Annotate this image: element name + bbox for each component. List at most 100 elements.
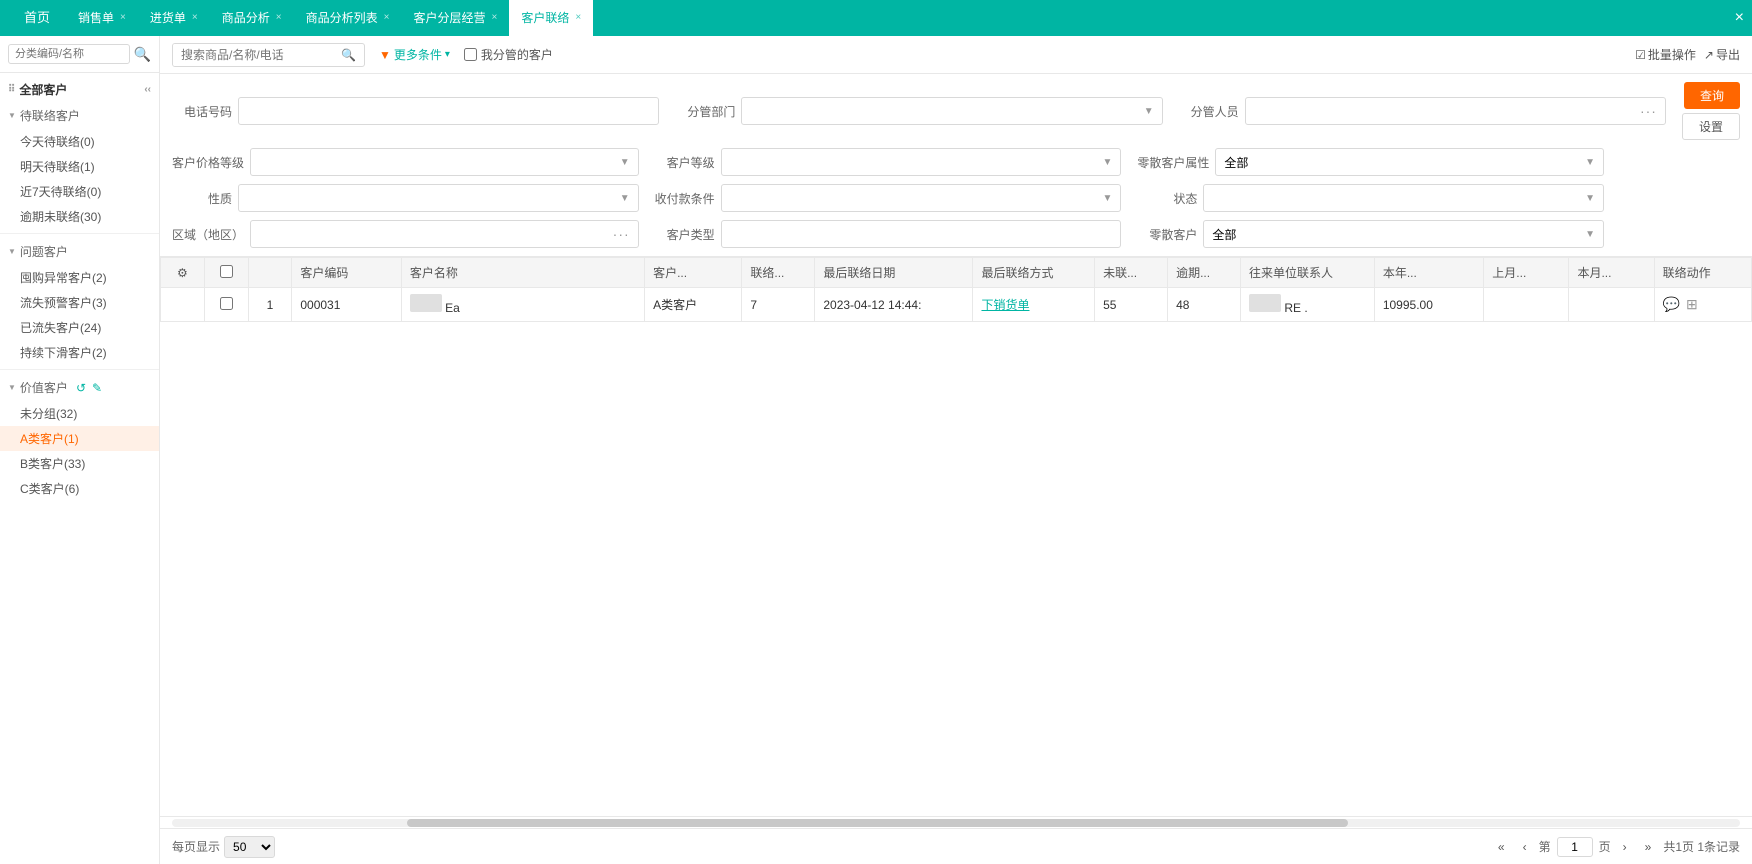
row-checkbox[interactable] [220, 297, 233, 310]
region-select[interactable]: ··· [250, 220, 639, 248]
customer-type-input[interactable] [721, 220, 1122, 248]
phone-input[interactable] [238, 97, 659, 125]
scrollbar-track[interactable] [172, 819, 1740, 827]
filter-search-input[interactable] [173, 44, 333, 66]
sidebar-item-declining[interactable]: 持续下滑客户(2) [0, 340, 159, 365]
retail-select[interactable]: 全部 ▼ [1203, 220, 1604, 248]
sidebar-group-pending[interactable]: ▼ 待联络客户 [0, 102, 159, 129]
nav-home[interactable]: 首页 [8, 0, 66, 36]
status-label: 状态 [1137, 190, 1197, 207]
th-year-amount[interactable]: 本年... [1374, 258, 1483, 288]
my-customers-filter[interactable]: 我分管的客户 [464, 46, 553, 63]
batch-operation-button[interactable]: ☑ 批量操作 [1635, 46, 1696, 63]
nav-tab-analysis-close[interactable]: × [276, 0, 282, 36]
nav-tab-customer-contact-close[interactable]: × [575, 0, 581, 36]
sidebar-item-unclassified[interactable]: 未分组(32) [0, 401, 159, 426]
filter-bar: 🔍 ▼ 更多条件 ▾ 我分管的客户 ☑ 批量操作 ↗ 导出 [160, 36, 1752, 74]
filter-status: 状态 ▼ [1137, 184, 1604, 212]
dept-select[interactable]: ▼ [741, 97, 1162, 125]
my-customers-checkbox[interactable] [464, 48, 477, 61]
edit-icon[interactable]: ✎ [92, 381, 102, 395]
nav-close-all[interactable]: × [1735, 9, 1744, 27]
sidebar-item-class-a[interactable]: A类客户(1) [0, 426, 159, 451]
th-contact[interactable]: 联络... [742, 258, 815, 288]
query-button[interactable]: 查询 [1684, 82, 1740, 109]
th-checkbox[interactable] [204, 258, 248, 288]
th-last-method[interactable]: 最后联络方式 [973, 258, 1095, 288]
th-no-contact[interactable]: 未联... [1095, 258, 1168, 288]
scrollbar-thumb[interactable] [407, 819, 1348, 827]
status-select[interactable]: ▼ [1203, 184, 1604, 212]
th-level[interactable]: 客户... [645, 258, 742, 288]
sidebar-item-churn-warning[interactable]: 流失预警客户(3) [0, 290, 159, 315]
sidebar-group-value[interactable]: ▼ 价值客户 ↺ ✎ [0, 374, 159, 401]
sidebar-search-icon[interactable]: 🔍 [134, 46, 151, 63]
sidebar-item-overdue[interactable]: 逾期未联络(30) [0, 204, 159, 229]
td-name[interactable]: Ea [401, 288, 644, 322]
nav-tab-analysis-list-close[interactable]: × [384, 0, 390, 36]
first-page-button[interactable]: « [1492, 838, 1511, 856]
nav-tab-purchase-close[interactable]: × [192, 0, 198, 36]
page-size-select[interactable]: 50 100 200 [224, 836, 275, 858]
action-icons: 💬 ⊞ [1663, 296, 1743, 313]
customer-level-select[interactable]: ▼ [721, 148, 1122, 176]
th-unit-contact[interactable]: 往来单位联系人 [1241, 258, 1375, 288]
filter-payment: 收付款条件 ▼ [655, 184, 1122, 212]
filter-search-button[interactable]: 🔍 [333, 44, 364, 66]
th-name[interactable]: 客户名称 [401, 258, 644, 288]
th-this-month[interactable]: 本月... [1569, 258, 1654, 288]
sidebar-item-churned[interactable]: 已流失客户(24) [0, 315, 159, 340]
td-code[interactable]: 000031 [292, 288, 401, 322]
sidebar-collapse-icon[interactable]: ‹‹ [144, 84, 151, 95]
nav-tab-analysis[interactable]: 商品分析 × [210, 0, 294, 36]
nav-tab-analysis-list[interactable]: 商品分析列表 × [294, 0, 402, 36]
chat-icon[interactable]: 💬 [1663, 296, 1680, 313]
manager-select[interactable]: ··· [1245, 97, 1666, 125]
nav-tab-purchase[interactable]: 进货单 × [138, 0, 210, 36]
export-button[interactable]: ↗ 导出 [1704, 46, 1740, 63]
td-last-month [1484, 288, 1569, 322]
setting-button[interactable]: 设置 [1682, 113, 1740, 140]
last-page-button[interactable]: » [1639, 838, 1658, 856]
th-last-month[interactable]: 上月... [1484, 258, 1569, 288]
expand-icon: ▼ [8, 111, 16, 120]
sidebar-group-problem[interactable]: ▼ 问题客户 [0, 238, 159, 265]
td-checkbox[interactable] [204, 288, 248, 322]
next-page-button[interactable]: › [1617, 838, 1633, 856]
th-code[interactable]: 客户编码 [292, 258, 401, 288]
sidebar-item-class-c[interactable]: C类客户(6) [0, 476, 159, 501]
page-number-input[interactable] [1557, 837, 1593, 857]
retail-attr-select[interactable]: 全部 ▼ [1215, 148, 1604, 176]
retail-arrow: ▼ [1585, 229, 1595, 240]
filter-row-4: 区域（地区） ··· 客户类型 零散客户 全部 ▼ [172, 220, 1740, 248]
refresh-icon[interactable]: ↺ [76, 381, 86, 395]
nav-tab-salesorder-close[interactable]: × [120, 0, 126, 36]
sidebar-item-tomorrow[interactable]: 明天待联络(1) [0, 154, 159, 179]
sidebar-search-input[interactable] [8, 44, 130, 64]
sidebar-item-class-b[interactable]: B类客户(33) [0, 451, 159, 476]
filter-more-conditions[interactable]: ▼ 更多条件 ▾ [373, 42, 456, 67]
sidebar-item-hoarding[interactable]: 囤购异常客户(2) [0, 265, 159, 290]
nature-select[interactable]: ▼ [238, 184, 639, 212]
th-last-date[interactable]: 最后联络日期 [815, 258, 973, 288]
payment-select[interactable]: ▼ [721, 184, 1122, 212]
sidebar-item-today[interactable]: 今天待联络(0) [0, 129, 159, 154]
grid-action-icon[interactable]: ⊞ [1686, 296, 1698, 313]
manager-dots-icon: ··· [1640, 103, 1657, 119]
td-settings [161, 288, 205, 322]
nav-tab-customer-segment-close[interactable]: × [491, 0, 497, 36]
horizontal-scrollbar-area [160, 816, 1752, 828]
nav-tab-customer-contact[interactable]: 客户联络 × [509, 0, 593, 36]
last-method-link[interactable]: 下销货单 [981, 298, 1029, 312]
price-level-select[interactable]: ▼ [250, 148, 639, 176]
prev-page-button[interactable]: ‹ [1517, 838, 1533, 856]
pagination: « ‹ 第 页 › » 共1页 1条记录 [1492, 837, 1740, 857]
customer-level-label: 客户等级 [655, 154, 715, 171]
th-overdue[interactable]: 逾期... [1168, 258, 1241, 288]
sidebar-item-7days[interactable]: 近7天待联络(0) [0, 179, 159, 204]
select-all-checkbox[interactable] [220, 265, 233, 278]
th-settings[interactable]: ⚙ [161, 258, 205, 288]
td-last-method[interactable]: 下销货单 [973, 288, 1095, 322]
nav-tab-customer-segment[interactable]: 客户分层经营 × [401, 0, 509, 36]
nav-tab-salesorder[interactable]: 销售单 × [66, 0, 138, 36]
